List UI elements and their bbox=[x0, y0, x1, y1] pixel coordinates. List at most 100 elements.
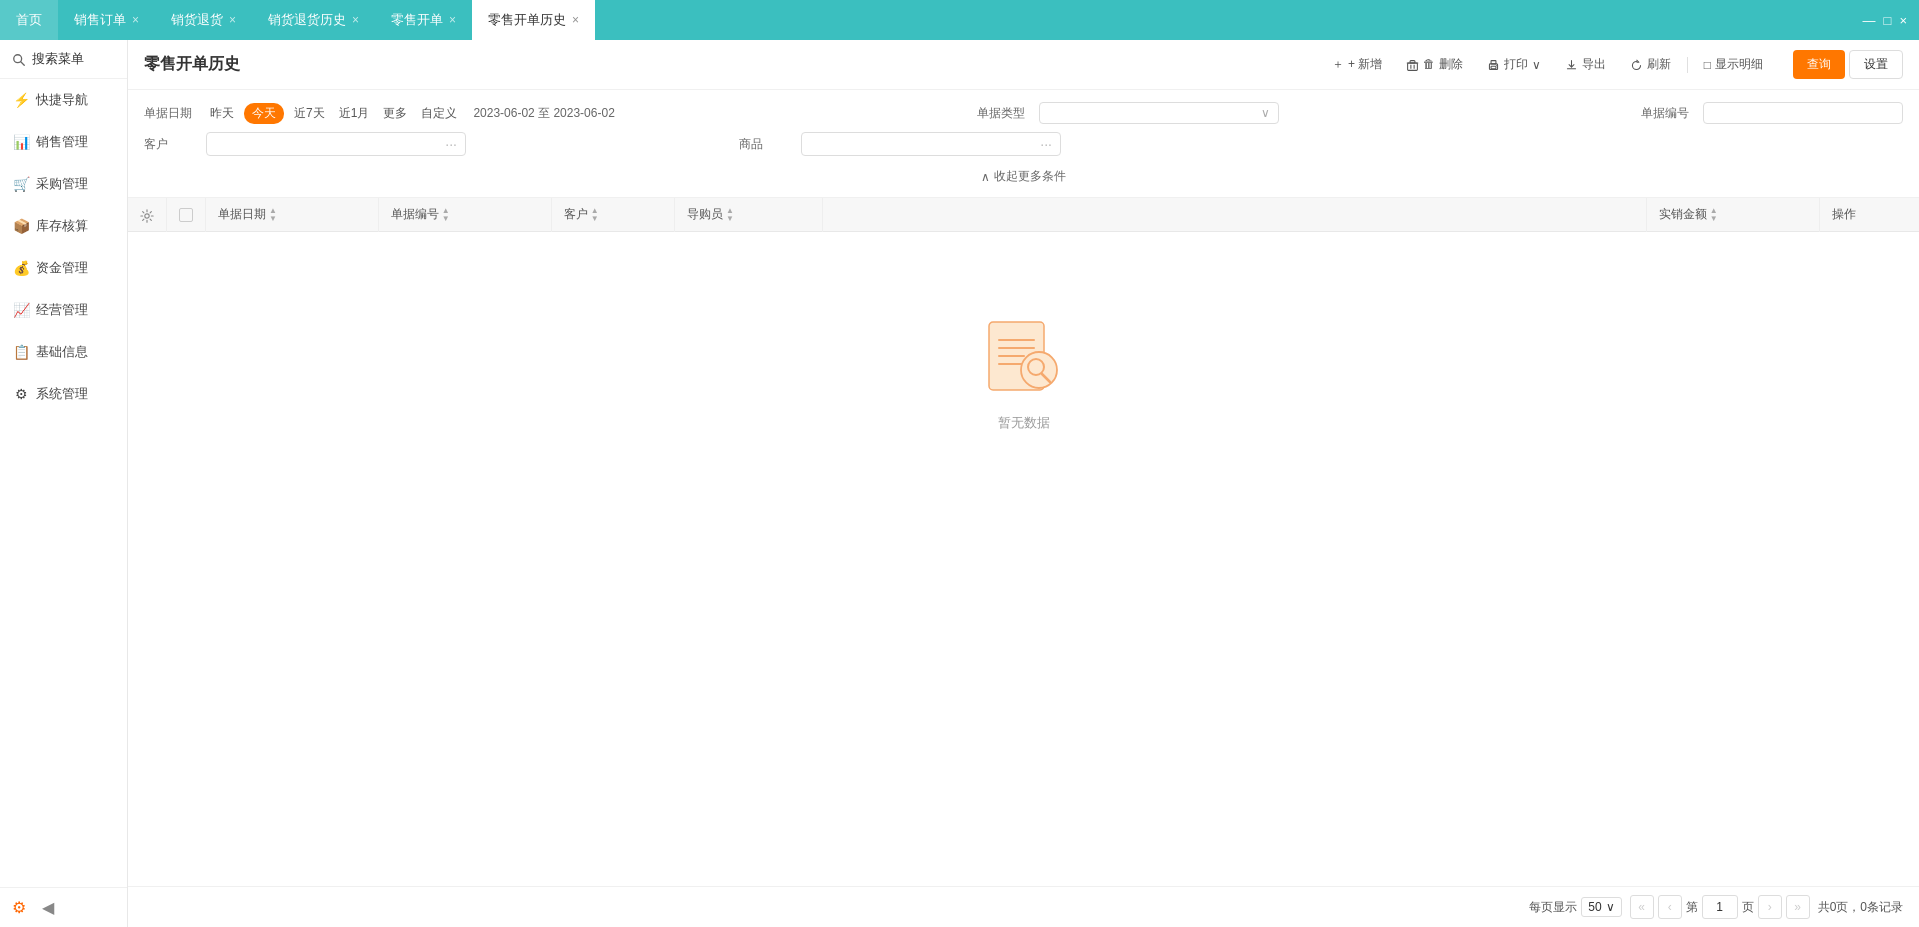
query-button[interactable]: 查询 bbox=[1793, 50, 1845, 79]
th-checkbox bbox=[167, 198, 206, 232]
tab-home[interactable]: 首页 bbox=[0, 0, 58, 40]
svg-line-1 bbox=[21, 62, 25, 66]
th-spacer bbox=[823, 198, 1647, 232]
customer-ellipsis-icon[interactable]: ··· bbox=[445, 136, 457, 152]
order-type-select[interactable]: ∨ bbox=[1039, 102, 1279, 124]
tab-close-retail-open[interactable]: × bbox=[449, 13, 456, 27]
add-icon: ＋ bbox=[1332, 56, 1344, 73]
date-btn-yesterday[interactable]: 昨天 bbox=[206, 103, 238, 124]
delete-button[interactable]: 🗑 删除 bbox=[1396, 51, 1472, 78]
tab-sales-order[interactable]: 销售订单× bbox=[58, 0, 155, 40]
date-btn-more[interactable]: 更多 bbox=[379, 103, 411, 124]
maximize-button[interactable]: □ bbox=[1884, 13, 1892, 28]
empty-text: 暂无数据 bbox=[998, 414, 1050, 432]
th-date: 单据日期 ▲▼ bbox=[206, 198, 379, 232]
sidebar-icon-purchase-mgmt: 🛒 bbox=[12, 175, 30, 193]
add-button[interactable]: ＋ + 新增 bbox=[1322, 51, 1392, 78]
svg-point-10 bbox=[1496, 65, 1497, 66]
sidebar-icon-quick-nav: ⚡ bbox=[12, 91, 30, 109]
th-amount: 实销金额 ▲▼ bbox=[1646, 198, 1819, 232]
product-ellipsis-icon[interactable]: ··· bbox=[1040, 136, 1052, 152]
page-title: 零售开单历史 bbox=[144, 54, 240, 75]
empty-illustration bbox=[974, 312, 1074, 402]
th-operation: 操作 bbox=[1819, 198, 1919, 232]
sidebar: 搜索菜单 ⚡ 快捷导航 📊 销售管理 🛒 采购管理 📦 库存核算 💰 资金管理 … bbox=[0, 40, 128, 927]
order-type-label: 单据类型 bbox=[977, 105, 1027, 122]
order-number-input[interactable] bbox=[1712, 106, 1894, 120]
th-number: 单据编号 ▲▼ bbox=[378, 198, 551, 232]
sidebar-item-inventory[interactable]: 📦 库存核算 bbox=[0, 205, 127, 247]
date-btn-last7[interactable]: 近7天 bbox=[290, 103, 329, 124]
collapse-icon: ∧ bbox=[981, 170, 990, 184]
prev-page-button[interactable]: ‹ bbox=[1658, 895, 1682, 919]
display-label: 显示明细 bbox=[1715, 56, 1763, 73]
product-input[interactable] bbox=[810, 137, 1036, 151]
sidebar-search[interactable]: 搜索菜单 bbox=[0, 40, 127, 79]
select-all-checkbox[interactable] bbox=[179, 208, 193, 222]
th-operation-label: 操作 bbox=[1832, 207, 1856, 221]
date-btn-last1month[interactable]: 近1月 bbox=[335, 103, 374, 124]
settings-gear-icon[interactable]: ⚙ bbox=[12, 898, 26, 917]
date-btn-custom[interactable]: 自定义 bbox=[417, 103, 461, 124]
close-button[interactable]: × bbox=[1899, 13, 1907, 28]
number-sort-icon[interactable]: ▲▼ bbox=[442, 207, 450, 223]
display-detail-button[interactable]: □ 显示明细 bbox=[1694, 51, 1773, 78]
first-page-button[interactable]: « bbox=[1630, 895, 1654, 919]
customer-input[interactable] bbox=[215, 137, 441, 151]
guide-sort-icon[interactable]: ▲▼ bbox=[726, 207, 734, 223]
delete-icon bbox=[1406, 57, 1419, 71]
content-area: 零售开单历史 ＋ + 新增 bbox=[128, 40, 1919, 927]
refresh-icon bbox=[1630, 57, 1643, 71]
tab-sales-return[interactable]: 销货退货× bbox=[155, 0, 252, 40]
tab-close-retail-open-history[interactable]: × bbox=[572, 13, 579, 27]
tab-sales-return-history[interactable]: 销货退货历史× bbox=[252, 0, 375, 40]
svg-point-17 bbox=[1021, 352, 1057, 388]
collapse-sidebar-icon[interactable]: ◀ bbox=[42, 898, 54, 917]
settings-button[interactable]: 设置 bbox=[1849, 50, 1903, 79]
checkbox-icon: □ bbox=[1704, 58, 1711, 72]
print-button[interactable]: 打印 ∨ bbox=[1477, 51, 1551, 78]
tab-label-retail-open-history: 零售开单历史 bbox=[488, 11, 566, 29]
tab-close-sales-return[interactable]: × bbox=[229, 13, 236, 27]
table-header-row: 单据日期 ▲▼ 单据编号 ▲▼ 客户 bbox=[128, 198, 1919, 232]
sidebar-item-sales-mgmt[interactable]: 📊 销售管理 bbox=[0, 121, 127, 163]
sidebar-item-finance[interactable]: 💰 资金管理 bbox=[0, 247, 127, 289]
sidebar-item-purchase-mgmt[interactable]: 🛒 采购管理 bbox=[0, 163, 127, 205]
sidebar-icon-inventory: 📦 bbox=[12, 217, 30, 235]
tab-close-sales-return-history[interactable]: × bbox=[352, 13, 359, 27]
th-amount-label: 实销金额 bbox=[1659, 206, 1707, 223]
sidebar-item-operations[interactable]: 📈 经营管理 bbox=[0, 289, 127, 331]
page-prefix: 第 bbox=[1686, 899, 1698, 916]
tab-close-sales-order[interactable]: × bbox=[132, 13, 139, 27]
date-sort-icon[interactable]: ▲▼ bbox=[269, 207, 277, 223]
sidebar-bottom: ⚙ ◀ bbox=[0, 887, 127, 927]
toolbar-divider bbox=[1687, 57, 1688, 73]
sidebar-item-quick-nav[interactable]: ⚡ 快捷导航 bbox=[0, 79, 127, 121]
page-size-box[interactable]: 50 ∨ bbox=[1581, 897, 1621, 917]
svg-point-11 bbox=[145, 213, 149, 217]
date-btn-today[interactable]: 今天 bbox=[244, 103, 284, 124]
refresh-label: 刷新 bbox=[1647, 56, 1671, 73]
sidebar-label-sales-mgmt: 销售管理 bbox=[36, 133, 88, 151]
sidebar-label-quick-nav: 快捷导航 bbox=[36, 91, 88, 109]
per-page-value: 50 bbox=[1588, 900, 1601, 914]
sidebar-item-system[interactable]: ⚙ 系统管理 bbox=[0, 373, 127, 415]
pagination-controls: « ‹ 第 页 › » bbox=[1630, 895, 1810, 919]
page-number-input[interactable] bbox=[1702, 895, 1738, 919]
customer-sort-icon[interactable]: ▲▼ bbox=[591, 207, 599, 223]
main-layout: 搜索菜单 ⚡ 快捷导航 📊 销售管理 🛒 采购管理 📦 库存核算 💰 资金管理 … bbox=[0, 40, 1919, 927]
tab-retail-open-history[interactable]: 零售开单历史 × bbox=[472, 0, 595, 40]
last-page-button[interactable]: » bbox=[1786, 895, 1810, 919]
table-settings-icon[interactable] bbox=[140, 206, 154, 222]
minimize-button[interactable]: — bbox=[1863, 13, 1876, 28]
export-button[interactable]: 导出 bbox=[1555, 51, 1616, 78]
print-icon bbox=[1487, 57, 1500, 71]
amount-sort-icon[interactable]: ▲▼ bbox=[1710, 207, 1718, 223]
collapse-button[interactable]: ∧ 收起更多条件 bbox=[981, 168, 1066, 185]
refresh-button[interactable]: 刷新 bbox=[1620, 51, 1681, 78]
tab-retail-open[interactable]: 零售开单× bbox=[375, 0, 472, 40]
empty-state: 暂无数据 bbox=[128, 232, 1919, 512]
next-page-button[interactable]: › bbox=[1758, 895, 1782, 919]
per-page-label: 每页显示 bbox=[1529, 899, 1577, 916]
sidebar-item-basic-info[interactable]: 📋 基础信息 bbox=[0, 331, 127, 373]
